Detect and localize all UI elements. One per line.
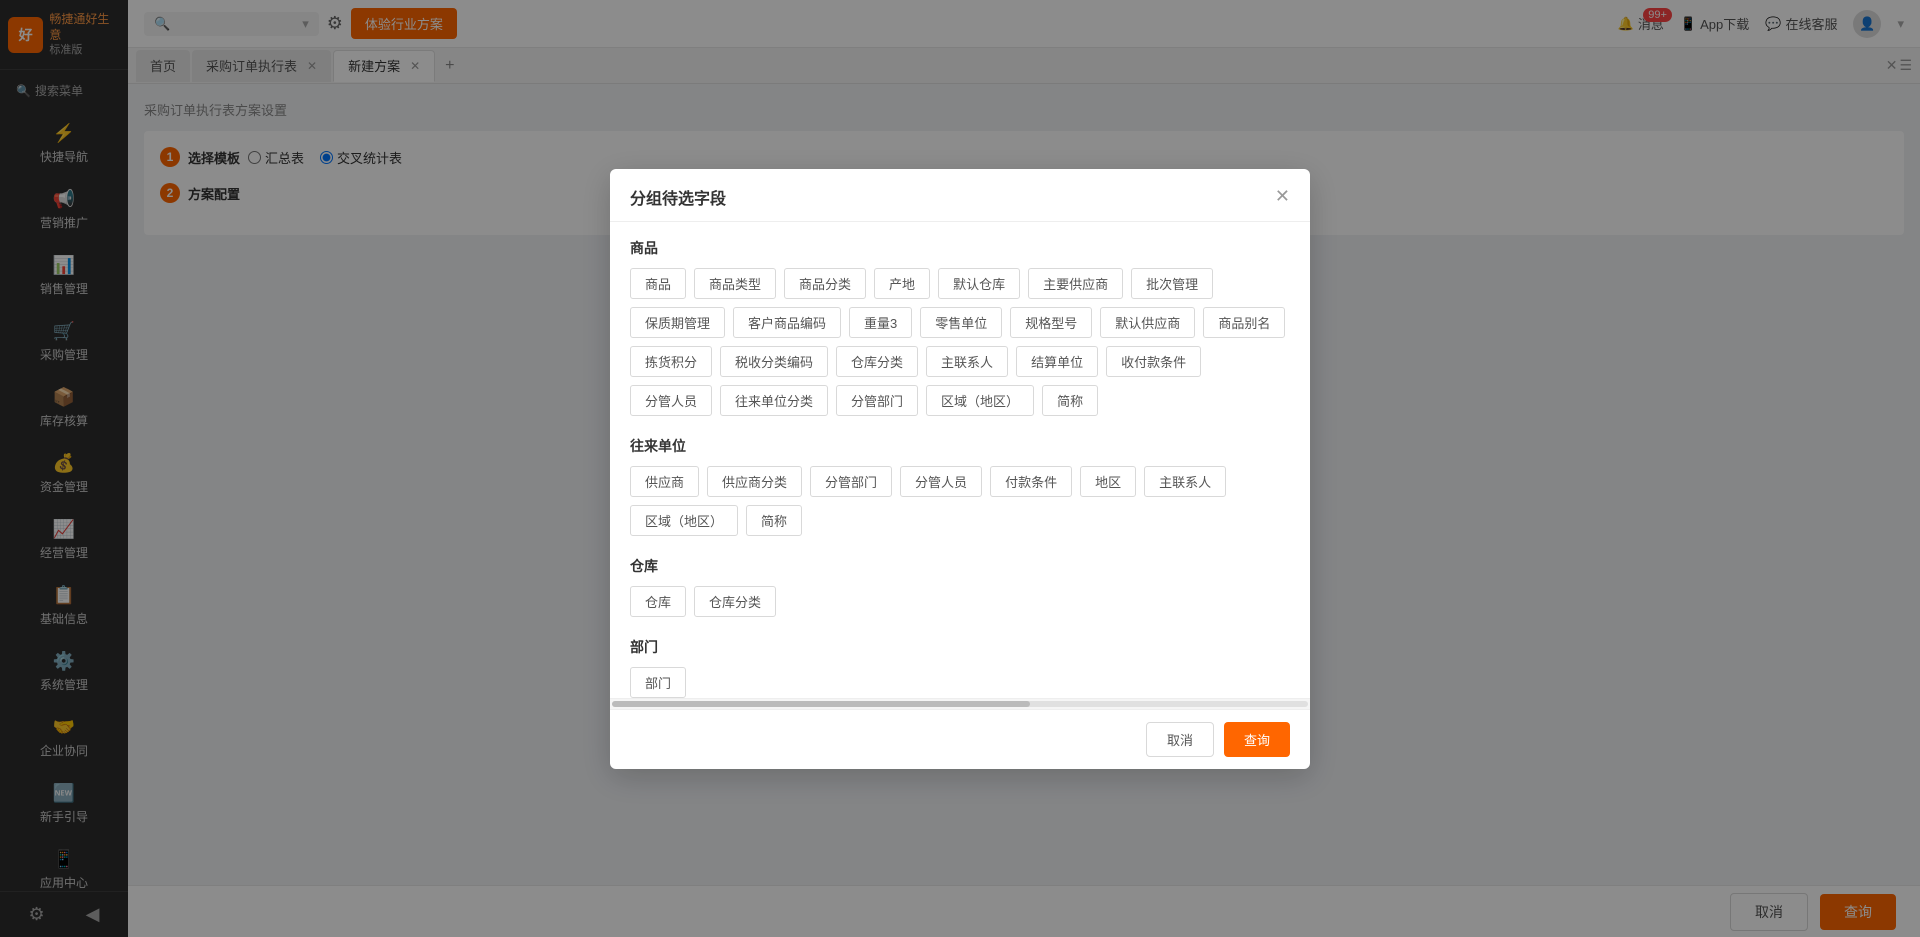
field-tag-supplier[interactable]: 供应商 [630,466,699,497]
scrollbar-thumb [612,701,1030,707]
field-tag-sup-region[interactable]: 区域（地区） [630,505,738,536]
field-tag-sup-supervisor[interactable]: 分管人员 [900,466,982,497]
modal-title: 分组待选字段 [630,185,726,209]
field-tag-warehouse[interactable]: 仓库 [630,586,686,617]
field-tag-counterpart-category[interactable]: 往来单位分类 [720,385,828,416]
field-tag-supervisor[interactable]: 分管人员 [630,385,712,416]
field-tag-goods-type[interactable]: 商品类型 [694,268,776,299]
field-tag-default-warehouse[interactable]: 默认仓库 [938,268,1020,299]
warehouse-field-tags: 仓库 仓库分类 [630,586,1290,617]
field-tag-sup-abbrev[interactable]: 简称 [746,505,802,536]
modal-dialog: 分组待选字段 ✕ 商品 商品 商品类型 商品分类 产地 默认仓库 主要供应商 批… [610,169,1310,769]
field-tag-shelf-life[interactable]: 保质期管理 [630,307,725,338]
field-tag-supplier-category[interactable]: 供应商分类 [707,466,802,497]
field-tag-goods[interactable]: 商品 [630,268,686,299]
field-tag-retail-unit[interactable]: 零售单位 [920,307,1002,338]
field-tag-pick-points[interactable]: 拣货积分 [630,346,712,377]
field-tag-main-contact[interactable]: 主联系人 [926,346,1008,377]
warehouse-section: 仓库 仓库 仓库分类 [630,556,1290,617]
field-tag-weight3[interactable]: 重量3 [849,307,912,338]
field-tag-sup-main-contact[interactable]: 主联系人 [1144,466,1226,497]
department-section: 部门 部门 [630,637,1290,698]
field-tag-main-supplier[interactable]: 主要供应商 [1028,268,1123,299]
field-tag-default-supplier[interactable]: 默认供应商 [1100,307,1195,338]
modal-footer: 取消 查询 [610,709,1310,769]
field-tag-spec-model[interactable]: 规格型号 [1010,307,1092,338]
field-tag-goods-alias[interactable]: 商品别名 [1203,307,1285,338]
field-tag-origin[interactable]: 产地 [874,268,930,299]
field-tag-abbrev[interactable]: 简称 [1042,385,1098,416]
goods-section: 商品 商品 商品类型 商品分类 产地 默认仓库 主要供应商 批次管理 保质期管理… [630,238,1290,416]
goods-section-title: 商品 [630,238,1290,258]
scrollbar-track [612,701,1308,707]
field-tag-area[interactable]: 地区 [1080,466,1136,497]
field-tag-dept[interactable]: 分管部门 [836,385,918,416]
field-tag-region[interactable]: 区域（地区） [926,385,1034,416]
department-field-tags: 部门 [630,667,1290,698]
counterpart-section-title: 往来单位 [630,436,1290,456]
counterpart-field-tags: 供应商 供应商分类 分管部门 分管人员 付款条件 地区 主联系人 区域（地区） … [630,466,1290,536]
goods-field-tags: 商品 商品类型 商品分类 产地 默认仓库 主要供应商 批次管理 保质期管理 客户… [630,268,1290,416]
modal-cancel-button[interactable]: 取消 [1146,722,1214,757]
modal-horizontal-scrollbar[interactable] [610,698,1310,709]
field-tag-tax-code[interactable]: 税收分类编码 [720,346,828,377]
warehouse-section-title: 仓库 [630,556,1290,576]
modal-body: 商品 商品 商品类型 商品分类 产地 默认仓库 主要供应商 批次管理 保质期管理… [610,222,1310,698]
modal-confirm-button[interactable]: 查询 [1224,722,1290,757]
field-tag-goods-category[interactable]: 商品分类 [784,268,866,299]
modal-close-button[interactable]: ✕ [1275,186,1290,207]
field-tag-settlement-unit[interactable]: 结算单位 [1016,346,1098,377]
department-section-title: 部门 [630,637,1290,657]
field-tag-payment-cond[interactable]: 付款条件 [990,466,1072,497]
modal-overlay: 分组待选字段 ✕ 商品 商品 商品类型 商品分类 产地 默认仓库 主要供应商 批… [0,0,1920,937]
field-tag-warehouse-cat[interactable]: 仓库分类 [694,586,776,617]
counterpart-section: 往来单位 供应商 供应商分类 分管部门 分管人员 付款条件 地区 主联系人 区域… [630,436,1290,536]
field-tag-batch-management[interactable]: 批次管理 [1131,268,1213,299]
field-tag-customer-code[interactable]: 客户商品编码 [733,307,841,338]
field-tag-warehouse-category[interactable]: 仓库分类 [836,346,918,377]
field-tag-department[interactable]: 部门 [630,667,686,698]
modal-header: 分组待选字段 ✕ [610,169,1310,222]
field-tag-payment-terms[interactable]: 收付款条件 [1106,346,1201,377]
field-tag-sup-dept[interactable]: 分管部门 [810,466,892,497]
